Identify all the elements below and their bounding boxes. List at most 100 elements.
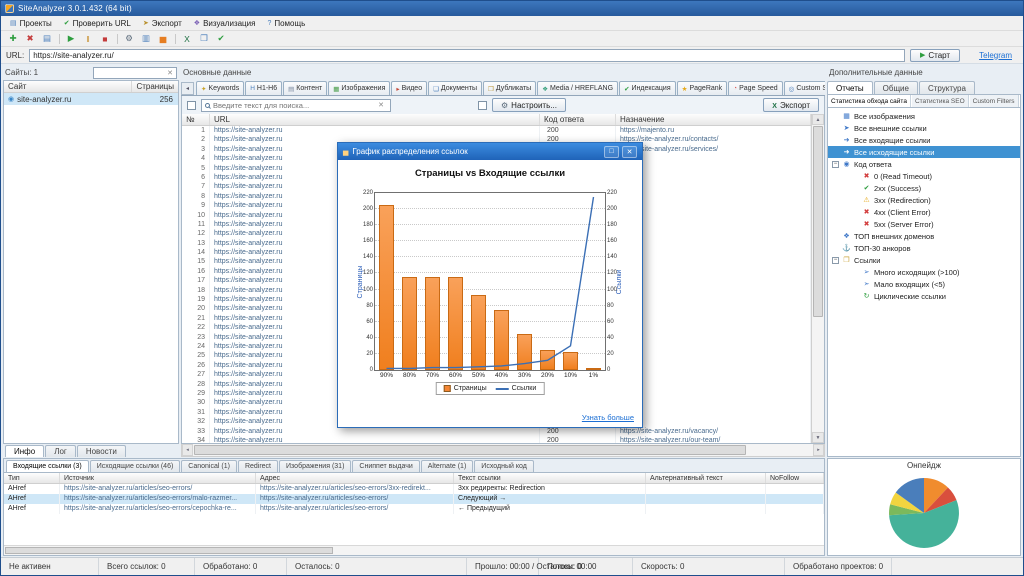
tab-duplicates[interactable]: ❐ Дубликаты bbox=[483, 81, 537, 95]
scroll-up-icon[interactable]: ▲ bbox=[812, 114, 824, 125]
column-response-code[interactable]: Код ответа bbox=[540, 114, 616, 125]
tree-item[interactable]: ▦ Все изображения bbox=[828, 110, 1020, 122]
site-row[interactable]: site-analyzer.ru 256 bbox=[4, 93, 178, 105]
tab-outgoing-links[interactable]: Исходящие ссылки (46) bbox=[89, 460, 181, 472]
delete-project-button[interactable]: ✖ bbox=[22, 32, 38, 46]
tab-source-code[interactable]: Исходный код bbox=[474, 460, 534, 472]
tab-images[interactable]: ▦ Изображения bbox=[328, 81, 391, 95]
subtab-custom-filters[interactable]: Custom Filters bbox=[969, 95, 1019, 107]
clear-filter-icon[interactable]: ✕ bbox=[164, 69, 176, 77]
subtab-seo-stats[interactable]: Статистика SEO bbox=[911, 95, 969, 107]
learn-more-link[interactable]: Узнать больше bbox=[582, 413, 634, 422]
filter-checkbox-1[interactable] bbox=[187, 100, 196, 110]
tab-keywords[interactable]: ✦ Keywords bbox=[196, 81, 245, 95]
telegram-link[interactable]: Telegram bbox=[979, 51, 1012, 60]
tree-item[interactable]: ✖ 4xx (Client Error) bbox=[828, 206, 1020, 218]
tree-item[interactable]: ✔ 2xx (Success) bbox=[828, 182, 1020, 194]
tree-item[interactable]: ➣ Мало входящих (<5) bbox=[828, 278, 1020, 290]
charts-button[interactable]: ▅ bbox=[155, 32, 171, 46]
column-nofollow[interactable]: NoFollow bbox=[766, 473, 824, 483]
tab-reports[interactable]: Отчеты bbox=[827, 81, 873, 94]
dialog-title-bar[interactable]: График распределения ссылок □ ✕ bbox=[338, 143, 642, 160]
toolbar-separator[interactable] bbox=[172, 33, 178, 45]
tab-structure[interactable]: Структура bbox=[918, 81, 975, 94]
tab-incoming-links[interactable]: Входящие ссылки (3) bbox=[6, 460, 89, 472]
tab-snippet[interactable]: Сниппет выдачи bbox=[352, 460, 420, 472]
horizontal-scrollbar[interactable]: ◂ ▸ bbox=[181, 444, 825, 457]
dialog-close-button[interactable]: ✕ bbox=[622, 145, 637, 158]
tree-item[interactable]: ➜ Все исходящие ссылки bbox=[828, 146, 1020, 158]
column-type[interactable]: Тип bbox=[4, 473, 60, 483]
title-bar[interactable]: SiteAnalyzer 3.0.1.432 (64 bit) bbox=[1, 1, 1023, 16]
tab-log[interactable]: Лог bbox=[45, 445, 76, 457]
filter-checkbox-2[interactable] bbox=[478, 100, 487, 110]
pause-scan-button[interactable]: ‖ bbox=[80, 32, 96, 46]
vertical-scroll-thumb[interactable] bbox=[813, 126, 823, 317]
subtab-crawl-stats[interactable]: Статистика обхода сайта bbox=[828, 95, 911, 107]
new-project-button[interactable]: ✚ bbox=[5, 32, 21, 46]
bottom-scroll-thumb[interactable] bbox=[5, 547, 333, 554]
dialog-maximize-button[interactable]: □ bbox=[604, 145, 619, 158]
tab-news[interactable]: Новости bbox=[76, 445, 126, 457]
start-scan-button[interactable]: ▶ bbox=[63, 32, 79, 46]
menu-visualization[interactable]: ❖ Визуализация bbox=[188, 18, 262, 29]
tree-item[interactable]: ⚠ 3xx (Redirection) bbox=[828, 194, 1020, 206]
vertical-scrollbar[interactable]: ▲ ▼ bbox=[811, 114, 824, 443]
scroll-right-icon[interactable]: ▸ bbox=[813, 444, 824, 456]
link-row[interactable]: AHref https://site-analyzer.ru/articles/… bbox=[4, 504, 824, 514]
settings-button[interactable]: ⚙ bbox=[121, 32, 137, 46]
columns-button[interactable]: ▥ bbox=[138, 32, 154, 46]
link-row[interactable]: AHref https://site-analyzer.ru/articles/… bbox=[4, 484, 824, 494]
search-input[interactable] bbox=[213, 99, 373, 111]
tab-info[interactable]: Инфо bbox=[5, 445, 45, 457]
column-pages[interactable]: Страницы bbox=[132, 81, 178, 92]
tab-canonical[interactable]: Canonical (1) bbox=[181, 460, 237, 472]
export-button[interactable]: Экспорт bbox=[763, 98, 819, 112]
tree-item[interactable]: ↻ Циклические ссылки bbox=[828, 290, 1020, 302]
tab-general[interactable]: Общие bbox=[873, 81, 918, 94]
menu-help[interactable]: ? Помощь bbox=[261, 18, 311, 29]
tab-pagespeed[interactable]: ◔ Page Speed bbox=[728, 81, 783, 95]
toolbar-separator[interactable] bbox=[114, 33, 120, 45]
column-destination[interactable]: Назначение bbox=[616, 114, 811, 125]
column-link-text[interactable]: Текст ссылки bbox=[454, 473, 646, 483]
table-row[interactable]: 1 https://site-analyzer.ru 200 https://m… bbox=[182, 126, 811, 136]
menu-check-url[interactable]: ✔ Проверить URL bbox=[58, 18, 137, 29]
column-address[interactable]: Адрес bbox=[256, 473, 454, 483]
toolbar-separator[interactable] bbox=[56, 33, 62, 45]
tree-item[interactable]: ❖ ТОП внешних доменов bbox=[828, 230, 1020, 242]
tab-video[interactable]: ▸ Видео bbox=[391, 81, 428, 95]
tab-redirect[interactable]: Redirect bbox=[237, 460, 279, 472]
scroll-down-icon[interactable]: ▼ bbox=[812, 432, 824, 443]
table-row[interactable]: 34 https://site-analyzer.ru 200 https://… bbox=[182, 435, 811, 443]
validate-button[interactable]: ✔ bbox=[213, 32, 229, 46]
bottom-horizontal-scrollbar[interactable] bbox=[4, 545, 824, 555]
export-excel-button[interactable]: X bbox=[179, 32, 195, 46]
tree-item[interactable]: ➢ Много исходящих (>100) bbox=[828, 266, 1020, 278]
tab-images-bottom[interactable]: Изображения (31) bbox=[279, 460, 352, 472]
tab-h1-h6[interactable]: H H1-H6 bbox=[245, 81, 283, 95]
tab-pagerank[interactable]: ★ PageRank bbox=[676, 81, 728, 95]
tab-content[interactable]: ▤ Контент bbox=[283, 81, 328, 95]
configure-button[interactable]: Настроить... bbox=[492, 98, 566, 112]
horizontal-scroll-thumb[interactable] bbox=[194, 445, 747, 455]
sites-filter-input[interactable] bbox=[94, 67, 165, 78]
tab-documents[interactable]: ❏ Документы bbox=[428, 81, 483, 95]
tab-media-hreflang[interactable]: ❖ Media / HREFLANG bbox=[537, 81, 619, 95]
tree-item[interactable]: − ◉ Код ответа bbox=[828, 158, 1020, 170]
url-input[interactable] bbox=[29, 48, 905, 62]
start-button[interactable]: Старт bbox=[909, 48, 961, 62]
tab-scroll-left-button[interactable]: ◂ bbox=[181, 82, 194, 95]
tree-item[interactable]: ⚓ ТОП-30 анкоров bbox=[828, 242, 1020, 254]
save-button[interactable]: ❐ bbox=[196, 32, 212, 46]
expander-icon[interactable]: − bbox=[832, 256, 839, 264]
tree-item[interactable]: ➜ Все входящие ссылки bbox=[828, 134, 1020, 146]
link-row[interactable]: AHref https://site-analyzer.ru/articles/… bbox=[4, 494, 824, 504]
menu-projects[interactable]: ▤ Проекты bbox=[4, 18, 58, 29]
menu-export[interactable]: ➤ Экспорт bbox=[137, 18, 188, 29]
tree-item[interactable]: ✖ 0 (Read Timeout) bbox=[828, 170, 1020, 182]
scroll-left-icon[interactable]: ◂ bbox=[182, 444, 193, 456]
clear-search-icon[interactable]: ✕ bbox=[375, 101, 387, 109]
stop-scan-button[interactable]: ■ bbox=[97, 32, 113, 46]
open-project-button[interactable]: ▤ bbox=[39, 32, 55, 46]
